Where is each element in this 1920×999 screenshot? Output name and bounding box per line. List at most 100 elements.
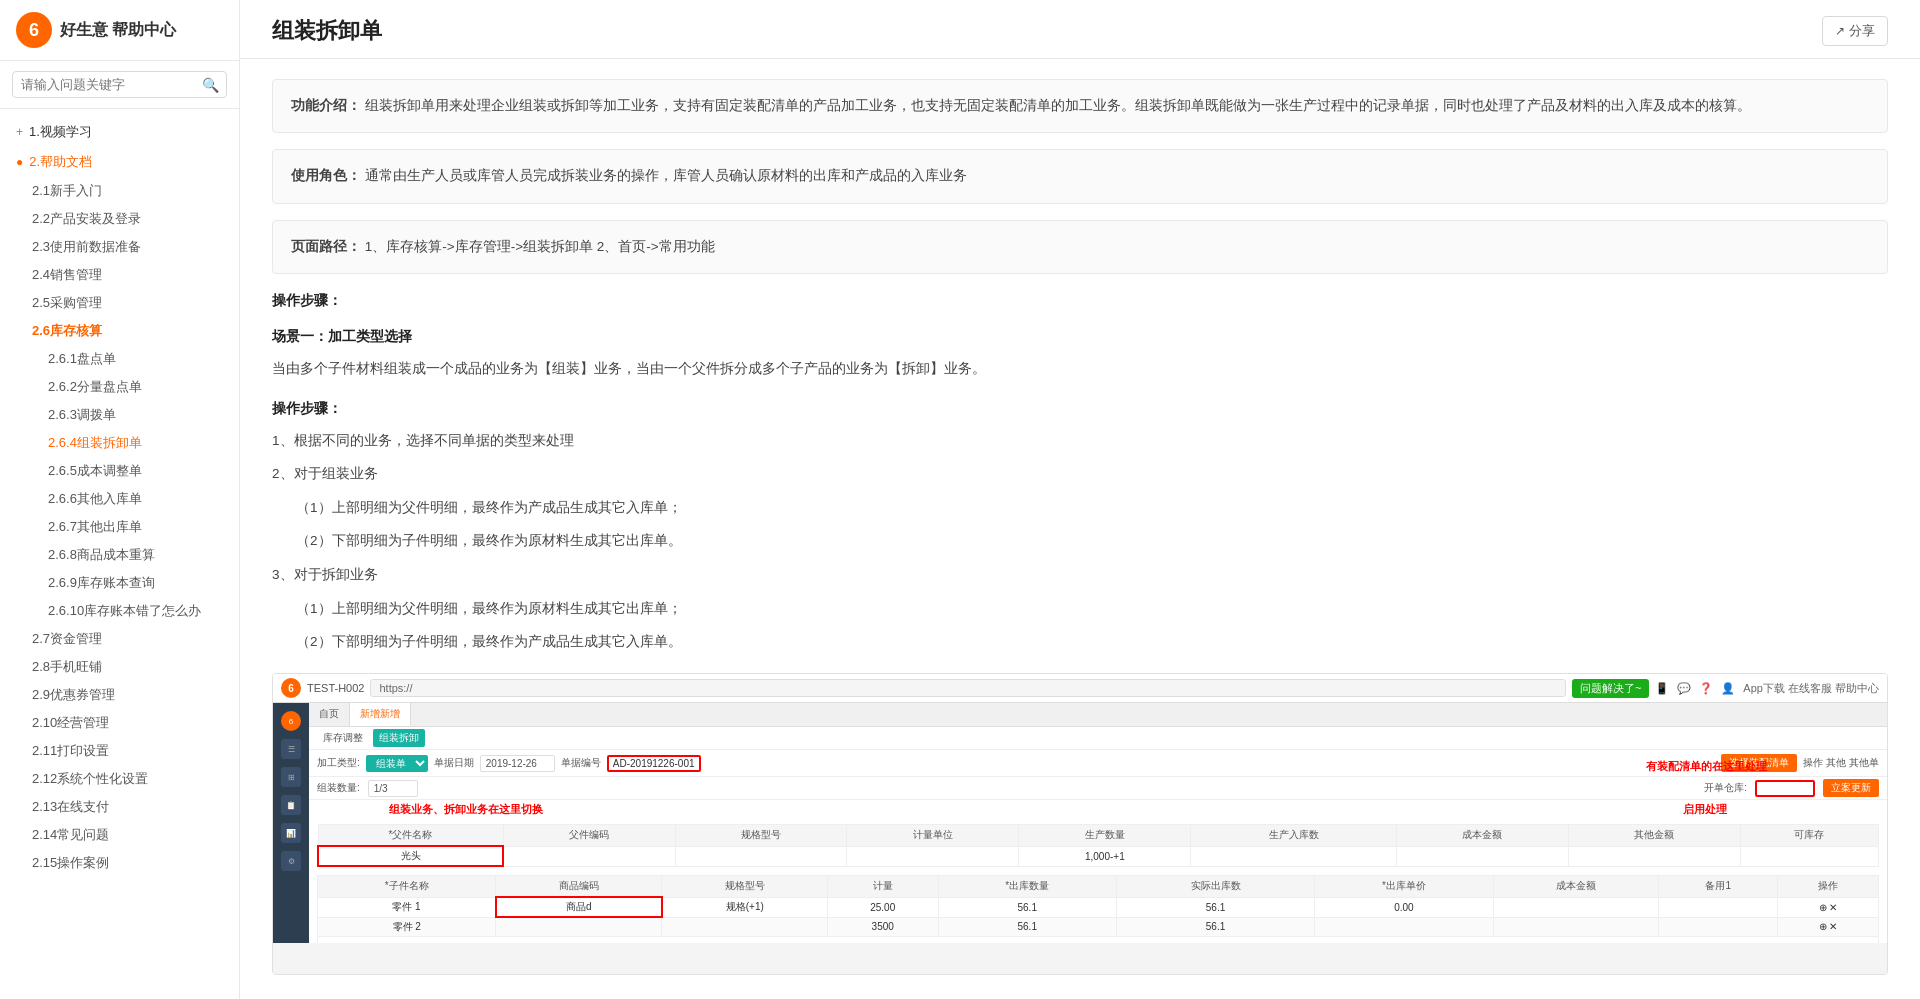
sidebar-item-s22[interactable]: 2.2产品安装及登录 — [0, 205, 239, 233]
search-input[interactable] — [12, 71, 227, 98]
sidebar-item-s262[interactable]: 2.6.2分量盘点单 — [0, 373, 239, 401]
ss-th-6: 成本金额 — [1396, 825, 1568, 847]
sidebar: 6 好生意 帮助中心 🔍 + 1.视频学习 ● 2.帮助文档 2.1新手入门 2… — [0, 0, 240, 999]
scene1-desc: 当由多个子件材料组装成一个成品的业务为【组装】业务，当由一个父件拆分成多个子产品… — [272, 356, 1888, 382]
ss-row-labels: 组装数量: 开单仓库: 立案更新 — [309, 777, 1887, 800]
func-intro-text: 组装拆卸单用来处理企业组装或拆卸等加工业务，支持有固定装配清单的产品加工业务，也… — [365, 98, 1751, 113]
ss-td-name: 光头 — [318, 846, 503, 866]
ss-top-table-header: *父件名称 父件编码 规格型号 计量单位 生产数量 生产入库数 成本金额 其他金… — [318, 825, 1879, 847]
ss-confirm-btn[interactable]: 选择装配清单 — [1721, 754, 1797, 772]
ss-td-code — [503, 846, 675, 866]
step2-2: （2）下部明细为子件明细，最终作为原材料生成其它出库单。 — [272, 528, 1888, 554]
ops-heading: 操作步骤： — [272, 292, 1888, 310]
content-area: 功能介绍： 组装拆卸单用来处理企业组装或拆卸等加工业务，支持有固定装配清单的产品… — [240, 59, 1920, 999]
sidebar-item-s211[interactable]: 2.11打印设置 — [0, 737, 239, 765]
ss-bth-4: *出库数量 — [938, 876, 1116, 898]
ss-bth-0: *子件名称 — [318, 876, 496, 898]
ss-qty-input[interactable] — [368, 780, 418, 797]
sidebar-item-s25[interactable]: 2.5采购管理 — [0, 289, 239, 317]
ss-btd-actualout-1: 56.1 — [1116, 897, 1314, 917]
ss-btd-cost-2 — [1493, 917, 1659, 936]
ss-bth-5: 实际出库数 — [1116, 876, 1314, 898]
ss-bottom-table-header: *子件名称 商品编码 规格型号 计量 *出库数量 实际出库数 *出库单价 成本金… — [318, 876, 1879, 898]
table-row: 零件 1 商品d 规格(+1) 25.00 56.1 56.1 0.00 — [318, 897, 1879, 917]
sidebar-item-s213[interactable]: 2.13在线支付 — [0, 793, 239, 821]
ss-ops-label: 操作 其他 其他单 — [1803, 756, 1879, 770]
main-header: 组装拆卸单 ↗ 分享 — [240, 0, 1920, 59]
sidebar-item-s215[interactable]: 2.15操作案例 — [0, 849, 239, 877]
ss-th-2: 规格型号 — [675, 825, 847, 847]
ss-bth-1: 商品编码 — [496, 876, 662, 898]
ss-tab-2[interactable]: 新增新增 — [350, 703, 411, 726]
sidebar-item-s26[interactable]: 2.6库存核算 — [0, 317, 239, 345]
ss-left-nav: 6 ☰ ⊞ 📋 📊 ⚙ — [273, 703, 309, 943]
ss-td-spec — [675, 846, 847, 866]
minus-icon: ● — [16, 155, 23, 169]
ss-nav-icon-2: ⊞ — [281, 767, 301, 787]
ss-btd-price-2 — [1315, 917, 1493, 936]
sidebar-item-s23[interactable]: 2.3使用前数据准备 — [0, 233, 239, 261]
ss-subtab-adjust[interactable]: 库存调整 — [317, 729, 369, 747]
sidebar-item-s210[interactable]: 2.10经营管理 — [0, 709, 239, 737]
ss-btd-unit-1: 25.00 — [827, 897, 938, 917]
ss-btd-spec-2 — [662, 917, 828, 936]
ss-td-cost — [1396, 846, 1568, 866]
sidebar-item-s2[interactable]: ● 2.帮助文档 — [0, 147, 239, 177]
sidebar-item-s1[interactable]: + 1.视频学习 — [0, 117, 239, 147]
ss-top-table-body: 光头 1,000-+1 — [318, 846, 1879, 866]
sidebar-item-s214[interactable]: 2.14常见问题 — [0, 821, 239, 849]
ss-bth-8: 备用1 — [1659, 876, 1778, 898]
ss-th-4: 生产数量 — [1019, 825, 1191, 847]
share-button[interactable]: ↗ 分享 — [1822, 16, 1888, 46]
step2: 2、对于组装业务 — [272, 461, 1888, 487]
sidebar-item-s212[interactable]: 2.12系统个性化设置 — [0, 765, 239, 793]
sidebar-item-s27[interactable]: 2.7资金管理 — [0, 625, 239, 653]
ss-apply-btn[interactable]: 立案更新 — [1823, 779, 1879, 797]
scene1-heading: 场景一：加工类型选择 — [272, 328, 1888, 346]
ss-top-table-wrap: *父件名称 父件编码 规格型号 计量单位 生产数量 生产入库数 成本金额 其他金… — [309, 820, 1887, 871]
ss-th-8: 可库存 — [1740, 825, 1878, 847]
path-text: 1、库存核算->库存管理->组装拆卸单 2、首页->常用功能 — [365, 239, 715, 254]
sidebar-item-s267[interactable]: 2.6.7其他出库单 — [0, 513, 239, 541]
sidebar-item-s264[interactable]: 2.6.4组装拆卸单 — [0, 429, 239, 457]
sidebar-item-s28[interactable]: 2.8手机旺铺 — [0, 653, 239, 681]
ss-btd-actualout-2: 56.1 — [1116, 917, 1314, 936]
ss-nav-home: 6 — [281, 711, 301, 731]
sidebar-item-s21[interactable]: 2.1新手入门 — [0, 177, 239, 205]
ss-btd-ops-1: ⊕ ✕ — [1778, 897, 1879, 917]
ss-btd-spec-1: 规格(+1) — [662, 897, 828, 917]
ss-problem-solved-btn[interactable]: 问题解决了~ — [1572, 679, 1649, 698]
sidebar-item-s29[interactable]: 2.9优惠券管理 — [0, 681, 239, 709]
ss-type-select[interactable]: 组装单 拆卸单 — [366, 755, 428, 772]
ss-btd-name-2: 零件 2 — [318, 917, 496, 936]
main-content: 组装拆卸单 ↗ 分享 功能介绍： 组装拆卸单用来处理企业组装或拆卸等加工业务，支… — [240, 0, 1920, 999]
path-block: 页面路径： 1、库存核算->库存管理->组装拆卸单 2、首页->常用功能 — [272, 220, 1888, 274]
ss-bth-9: 操作 — [1778, 876, 1879, 898]
sidebar-item-s263[interactable]: 2.6.3调拨单 — [0, 401, 239, 429]
annotation-2: 组装业务、拆卸业务在这里切换 — [389, 802, 543, 817]
ss-bth-2: 规格型号 — [662, 876, 828, 898]
ss-date-input[interactable] — [480, 755, 555, 772]
ss-btd-spare-1 — [1659, 897, 1778, 917]
ss-btd-name-1: 零件 1 — [318, 897, 496, 917]
ss-nav-icon-3: 📋 — [281, 795, 301, 815]
ss-td-other — [1568, 846, 1740, 866]
ss-subtab-assemble[interactable]: 组装拆卸 — [373, 729, 425, 747]
sidebar-item-s268[interactable]: 2.6.8商品成本重算 — [0, 541, 239, 569]
ss-tab-1[interactable]: 自页 — [309, 703, 350, 726]
sidebar-item-s2610[interactable]: 2.6.10库存账本错了怎么办 — [0, 597, 239, 625]
ss-bottom-table: *子件名称 商品编码 规格型号 计量 *出库数量 实际出库数 *出库单价 成本金… — [317, 875, 1879, 943]
func-intro-block: 功能介绍： 组装拆卸单用来处理企业组装或拆卸等加工业务，支持有固定装配清单的产品… — [272, 79, 1888, 133]
sidebar-item-s261[interactable]: 2.6.1盘点单 — [0, 345, 239, 373]
ss-qty-label: 组装数量: — [317, 781, 360, 795]
step3-1: （1）上部明细为父件明细，最终作为原材料生成其它出库单； — [272, 596, 1888, 622]
sidebar-item-s266[interactable]: 2.6.6其他入库单 — [0, 485, 239, 513]
sidebar-item-s265[interactable]: 2.6.5成本调整单 — [0, 457, 239, 485]
ss-service-icon: 💬 — [1677, 682, 1691, 695]
nav-list: + 1.视频学习 ● 2.帮助文档 2.1新手入门 2.2产品安装及登录 2.3… — [0, 109, 239, 999]
sidebar-item-s24[interactable]: 2.4销售管理 — [0, 261, 239, 289]
sidebar-item-s269[interactable]: 2.6.9库存账本查询 — [0, 569, 239, 597]
ss-topbar-right: 📱 💬 ❓ 👤 App下载 在线客服 帮助中心 — [1655, 681, 1879, 696]
ss-no-redbox: AD-20191226-001 — [607, 755, 701, 772]
logo-icon: 6 — [16, 12, 52, 48]
